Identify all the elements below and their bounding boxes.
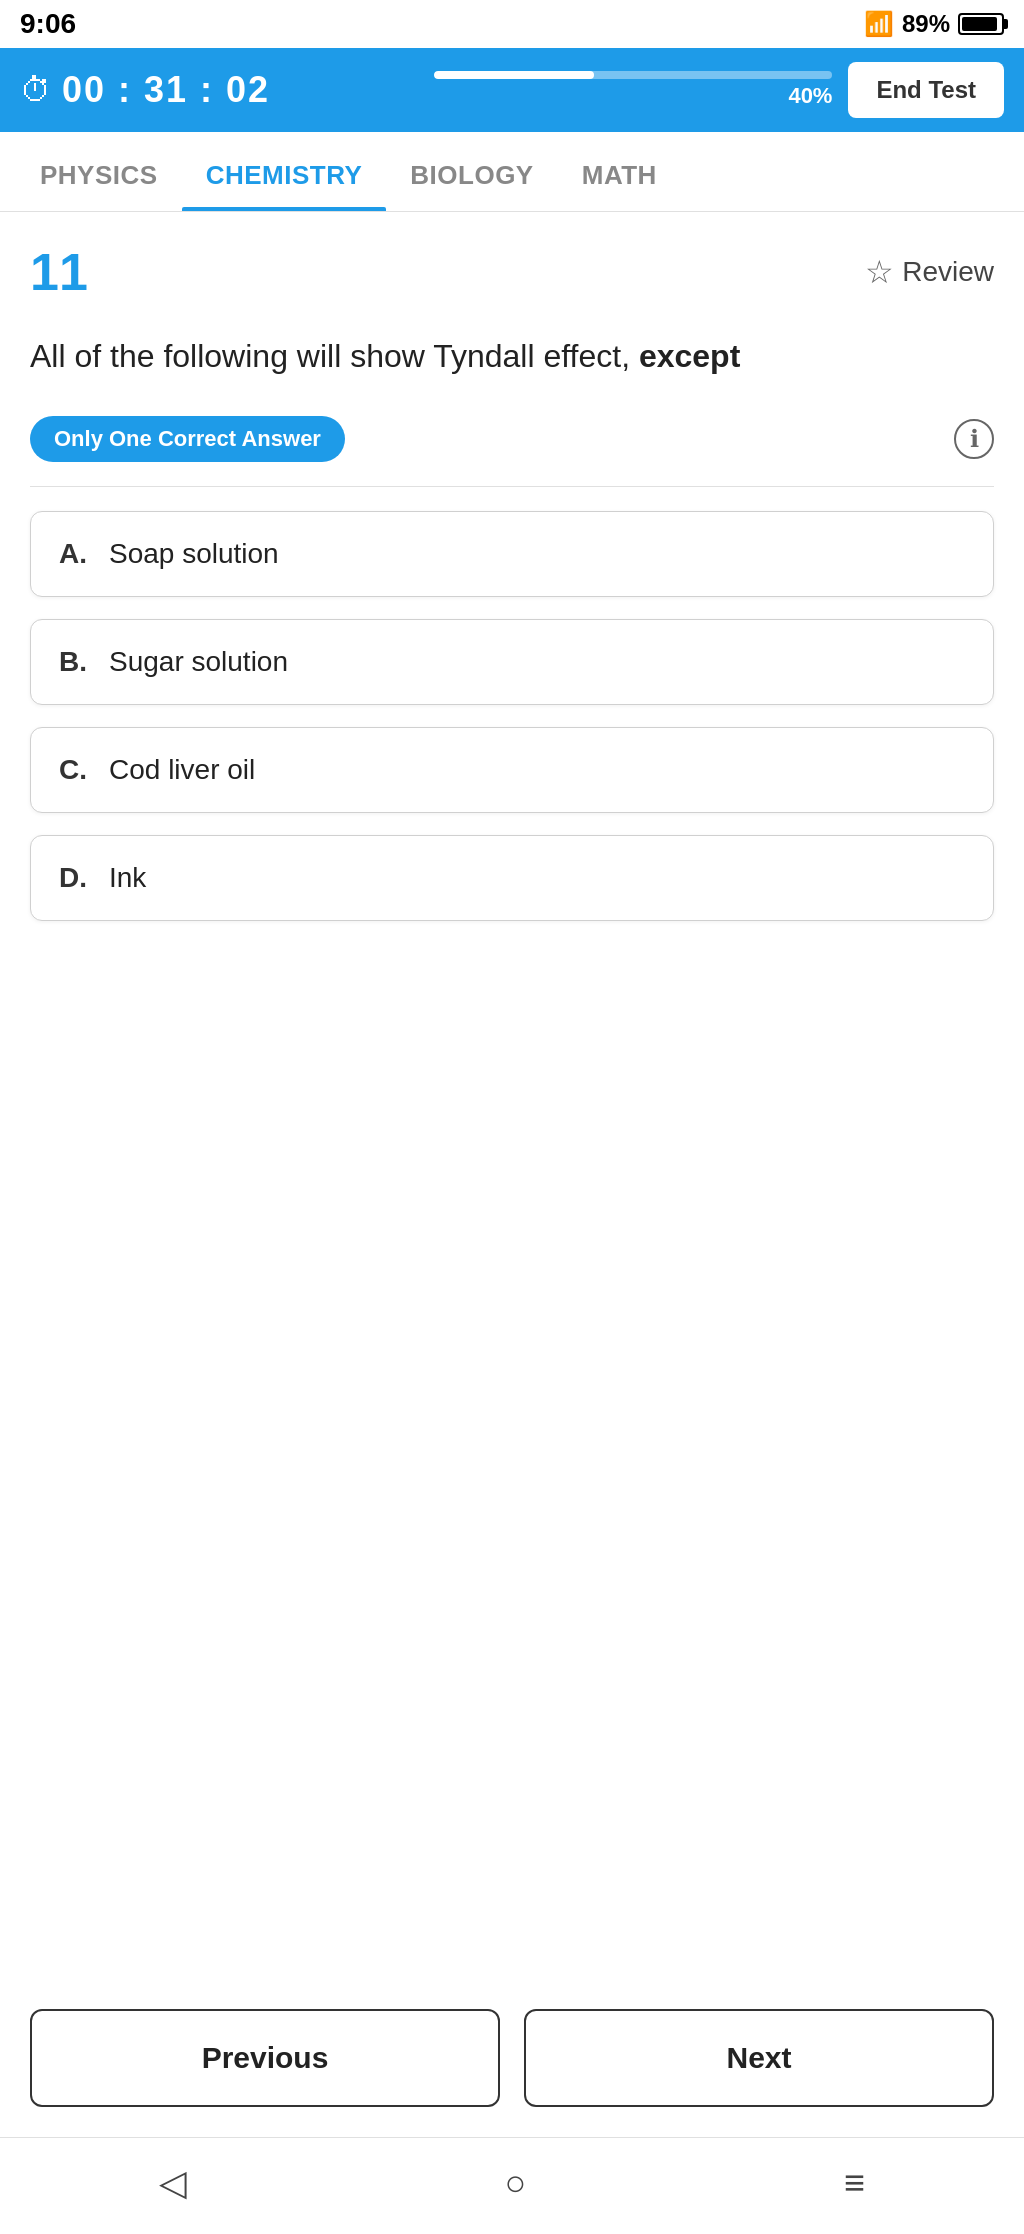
timer-progress: 40%	[434, 71, 832, 109]
tab-math[interactable]: MATH	[558, 132, 681, 211]
star-icon: ☆	[865, 253, 894, 291]
tab-physics[interactable]: PHYSICS	[16, 132, 182, 211]
tab-biology[interactable]: BIOLOGY	[386, 132, 557, 211]
battery-text: 89%	[902, 10, 950, 38]
question-text-plain: All of the following will show Tyndall e…	[30, 338, 639, 374]
bottom-nav: ◁ ○ ≡	[0, 2137, 1024, 2234]
option-c[interactable]: C. Cod liver oil	[30, 727, 994, 813]
back-icon[interactable]: ◁	[159, 2162, 187, 2204]
next-button[interactable]: Next	[524, 2009, 994, 2107]
question-number: 11	[30, 242, 88, 302]
review-button[interactable]: ☆ Review	[865, 253, 994, 291]
options-list: A. Soap solution B. Sugar solution C. Co…	[30, 511, 994, 921]
option-b[interactable]: B. Sugar solution	[30, 619, 994, 705]
option-b-letter: B.	[59, 646, 89, 678]
question-text: All of the following will show Tyndall e…	[30, 332, 994, 380]
option-d[interactable]: D. Ink	[30, 835, 994, 921]
signal-icon: 📶	[864, 10, 894, 38]
option-c-letter: C.	[59, 754, 89, 786]
timer-left: ⏱ 00 : 31 : 02	[20, 69, 418, 111]
answer-type-badge: Only One Correct Answer	[30, 416, 345, 462]
progress-bar-bg	[434, 71, 832, 79]
info-icon[interactable]: ℹ	[954, 419, 994, 459]
option-d-text: Ink	[109, 862, 146, 894]
review-label: Review	[902, 256, 994, 288]
option-d-letter: D.	[59, 862, 89, 894]
tabs-bar: PHYSICS CHEMISTRY BIOLOGY MATH	[0, 132, 1024, 212]
tab-chemistry[interactable]: CHEMISTRY	[182, 132, 387, 211]
battery-icon	[958, 13, 1004, 35]
question-text-bold: except	[639, 338, 740, 374]
home-icon[interactable]: ○	[505, 2162, 527, 2204]
clock-icon: ⏱	[20, 74, 52, 106]
divider	[30, 486, 994, 487]
timer-time: 00 : 31 : 02	[62, 69, 270, 111]
answer-type-row: Only One Correct Answer ℹ	[30, 416, 994, 462]
main-content: 11 ☆ Review All of the following will sh…	[0, 212, 1024, 1989]
menu-icon[interactable]: ≡	[844, 2162, 865, 2204]
status-icons: 📶 89%	[864, 10, 1004, 38]
end-test-button[interactable]: End Test	[848, 62, 1004, 118]
status-bar: 9:06 📶 89%	[0, 0, 1024, 48]
progress-bar-fill	[434, 71, 593, 79]
option-a-text: Soap solution	[109, 538, 279, 570]
previous-button[interactable]: Previous	[30, 2009, 500, 2107]
progress-percent: 40%	[788, 83, 832, 109]
timer-bar: ⏱ 00 : 31 : 02 40% End Test	[0, 48, 1024, 132]
nav-buttons: Previous Next	[0, 1989, 1024, 2137]
option-b-text: Sugar solution	[109, 646, 288, 678]
status-time: 9:06	[20, 8, 76, 40]
question-header: 11 ☆ Review	[30, 242, 994, 302]
option-a[interactable]: A. Soap solution	[30, 511, 994, 597]
option-a-letter: A.	[59, 538, 89, 570]
option-c-text: Cod liver oil	[109, 754, 255, 786]
